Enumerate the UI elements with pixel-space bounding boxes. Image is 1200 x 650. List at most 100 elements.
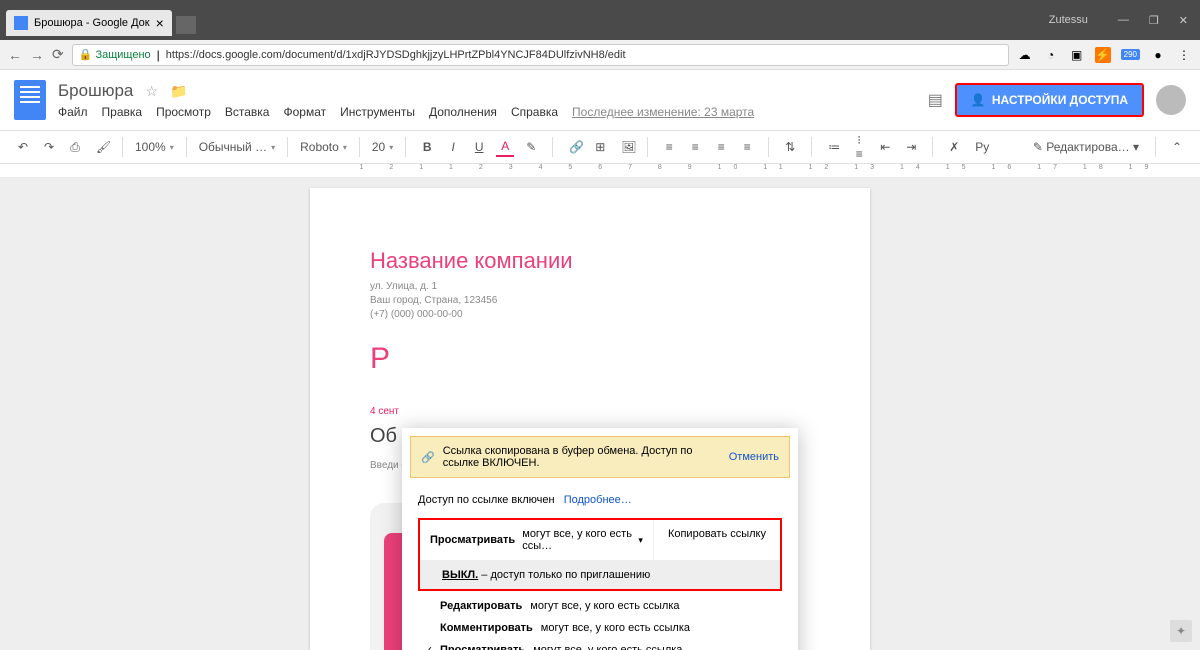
align-right-icon[interactable]: ≡ xyxy=(712,138,730,156)
address-line: Ваш город, Страна, 123456 xyxy=(370,294,810,308)
docs-header: Брошюра ☆ 📁 Файл Правка Просмотр Вставка… xyxy=(0,70,1200,130)
menu-bar: Файл Правка Просмотр Вставка Формат Инст… xyxy=(58,105,916,119)
window-close-icon[interactable]: ✕ xyxy=(1179,14,1188,27)
tab-title: Брошюра - Google Док xyxy=(34,17,150,29)
menu-help[interactable]: Справка xyxy=(511,105,558,119)
star-icon[interactable]: ☆ xyxy=(145,83,158,100)
image-icon[interactable]: 🖼 xyxy=(617,138,635,156)
access-options-list: Редактироватьмогут все, у кого есть ссыл… xyxy=(418,591,782,650)
window-controls: Zutessu — ❐ ✕ xyxy=(1037,14,1200,27)
share-modal: 🔗 Ссылка скопирована в буфер обмена. Дос… xyxy=(402,428,798,650)
share-button[interactable]: 👤 НАСТРОЙКИ ДОСТУПА xyxy=(955,83,1144,117)
address-line: ул. Улица, д. 1 xyxy=(370,280,810,294)
bulleted-list-icon[interactable]: ⁝≡ xyxy=(850,131,868,163)
secure-lock-icon: 🔒 Защищено xyxy=(79,48,151,61)
url-text: https://docs.google.com/document/d/1xdjR… xyxy=(166,49,626,61)
chevron-down-icon: ▾ xyxy=(638,535,643,546)
italic-icon[interactable]: I xyxy=(444,138,462,156)
option-off[interactable]: ВЫКЛ. – доступ только по приглашению xyxy=(420,561,780,589)
menu-edit[interactable]: Правка xyxy=(102,105,143,119)
undo-link[interactable]: Отменить xyxy=(729,451,779,463)
last-edit-link[interactable]: Последнее изменение: 23 марта xyxy=(572,105,754,119)
tab-close-icon[interactable]: × xyxy=(156,15,164,31)
extension-icon[interactable]: ● xyxy=(1150,47,1166,63)
underline-icon[interactable]: U xyxy=(470,138,488,156)
style-select[interactable]: Обычный … xyxy=(199,140,275,154)
line-spacing-icon[interactable]: ⇅ xyxy=(781,138,799,156)
bold-icon[interactable]: B xyxy=(418,138,436,156)
docs-logo-icon[interactable] xyxy=(14,80,46,120)
zoom-select[interactable]: 100% xyxy=(135,140,174,154)
learn-more-link[interactable]: Подробнее… xyxy=(564,494,632,506)
rss-icon[interactable]: ⚡ xyxy=(1095,47,1111,63)
browser-tab-bar: Брошюра - Google Док × Zutessu — ❐ ✕ xyxy=(0,0,1200,40)
menu-insert[interactable]: Вставка xyxy=(225,105,270,119)
link-icon: 🔗 xyxy=(421,451,435,464)
menu-file[interactable]: Файл xyxy=(58,105,88,119)
extension-icon[interactable]: ◔ xyxy=(1043,47,1059,63)
option-comment[interactable]: Комментироватьмогут все, у кого есть ссы… xyxy=(418,617,782,639)
input-tools-icon[interactable]: Ру xyxy=(971,138,989,156)
text-color-icon[interactable]: A xyxy=(496,137,514,157)
comment-icon[interactable]: ⊞ xyxy=(591,138,609,156)
menu-view[interactable]: Просмотр xyxy=(156,105,211,119)
page-subheading: Р xyxy=(370,342,810,376)
extension-icon[interactable]: ☁ xyxy=(1017,47,1033,63)
browser-user-label: Zutessu xyxy=(1049,14,1088,27)
notice-text: Ссылка скопирована в буфер обмена. Досту… xyxy=(443,445,721,469)
canvas: Название компании ул. Улица, д. 1 Ваш го… xyxy=(0,178,1200,650)
nav-back-icon[interactable]: ← xyxy=(8,47,22,63)
comments-icon[interactable]: ▤ xyxy=(928,90,943,110)
menu-tools[interactable]: Инструменты xyxy=(340,105,415,119)
extension-badge[interactable]: 290 xyxy=(1121,49,1140,60)
access-level-select[interactable]: Просматривать могут все, у кого есть ссы… xyxy=(420,520,653,560)
address-line: (+7) (000) 000-00-00 xyxy=(370,308,810,322)
window-minimize-icon[interactable]: — xyxy=(1118,14,1129,27)
page-heading: Название компании xyxy=(370,248,810,274)
explore-button[interactable]: ✦ xyxy=(1170,620,1192,642)
menu-format[interactable]: Формат xyxy=(283,105,326,119)
decrease-indent-icon[interactable]: ⇤ xyxy=(876,138,894,156)
align-center-icon[interactable]: ≡ xyxy=(686,138,704,156)
align-justify-icon[interactable]: ≡ xyxy=(738,138,756,156)
folder-icon[interactable]: 📁 xyxy=(170,83,187,100)
print-icon[interactable]: ⎙ xyxy=(66,138,84,157)
new-tab-button[interactable] xyxy=(176,16,196,34)
font-select[interactable]: Roboto xyxy=(300,140,347,154)
access-level-box: Просматривать могут все, у кого есть ссы… xyxy=(418,518,782,591)
browser-menu-icon[interactable]: ⋮ xyxy=(1176,47,1192,63)
page-date: 4 сент xyxy=(370,406,810,417)
browser-tab[interactable]: Брошюра - Google Док × xyxy=(6,10,172,36)
docs-favicon xyxy=(14,16,28,30)
chevron-up-icon[interactable]: ⌃ xyxy=(1168,138,1186,156)
share-button-label: НАСТРОЙКИ ДОСТУПА xyxy=(992,93,1128,107)
url-field[interactable]: 🔒 Защищено | https://docs.google.com/doc… xyxy=(72,44,1009,66)
clipboard-notice: 🔗 Ссылка скопирована в буфер обмена. Дос… xyxy=(410,436,790,478)
copy-link-button[interactable]: Копировать ссылку xyxy=(653,520,780,560)
nav-reload-icon[interactable]: ⟳ xyxy=(52,46,64,63)
nav-forward-icon[interactable]: → xyxy=(30,47,44,63)
address-bar: ← → ⟳ 🔒 Защищено | https://docs.google.c… xyxy=(0,40,1200,70)
extension-icon[interactable]: ▣ xyxy=(1069,47,1085,63)
align-left-icon[interactable]: ≡ xyxy=(660,138,678,156)
link-icon[interactable]: 🔗 xyxy=(565,138,583,156)
option-edit[interactable]: Редактироватьмогут все, у кого есть ссыл… xyxy=(418,595,782,617)
option-view[interactable]: Просматриватьмогут все, у кого есть ссыл… xyxy=(418,639,782,650)
clear-format-icon[interactable]: ✗ xyxy=(945,138,963,156)
toolbar: ↶ ↷ ⎙ 🖌 100% Обычный … Roboto 20 B I U A… xyxy=(0,130,1200,164)
document-title[interactable]: Брошюра xyxy=(58,81,133,101)
ruler: 1 2 1 1 2 3 4 5 6 7 8 9 10 11 12 13 14 1… xyxy=(0,164,1200,178)
fontsize-select[interactable]: 20 xyxy=(372,140,393,154)
numbered-list-icon[interactable]: ≔ xyxy=(824,138,842,156)
window-maximize-icon[interactable]: ❐ xyxy=(1149,14,1159,27)
increase-indent-icon[interactable]: ⇥ xyxy=(902,138,920,156)
editing-mode-select[interactable]: ✎ Редактирова… ▾ xyxy=(1029,138,1143,156)
redo-icon[interactable]: ↷ xyxy=(40,138,58,156)
highlight-icon[interactable]: ✎ xyxy=(522,138,540,156)
paint-format-icon[interactable]: 🖌 xyxy=(92,138,110,156)
person-icon: 👤 xyxy=(971,93,986,107)
link-enabled-label: Доступ по ссылке включен xyxy=(418,494,555,506)
menu-addons[interactable]: Дополнения xyxy=(429,105,497,119)
undo-icon[interactable]: ↶ xyxy=(14,138,32,156)
account-avatar[interactable] xyxy=(1156,85,1186,115)
